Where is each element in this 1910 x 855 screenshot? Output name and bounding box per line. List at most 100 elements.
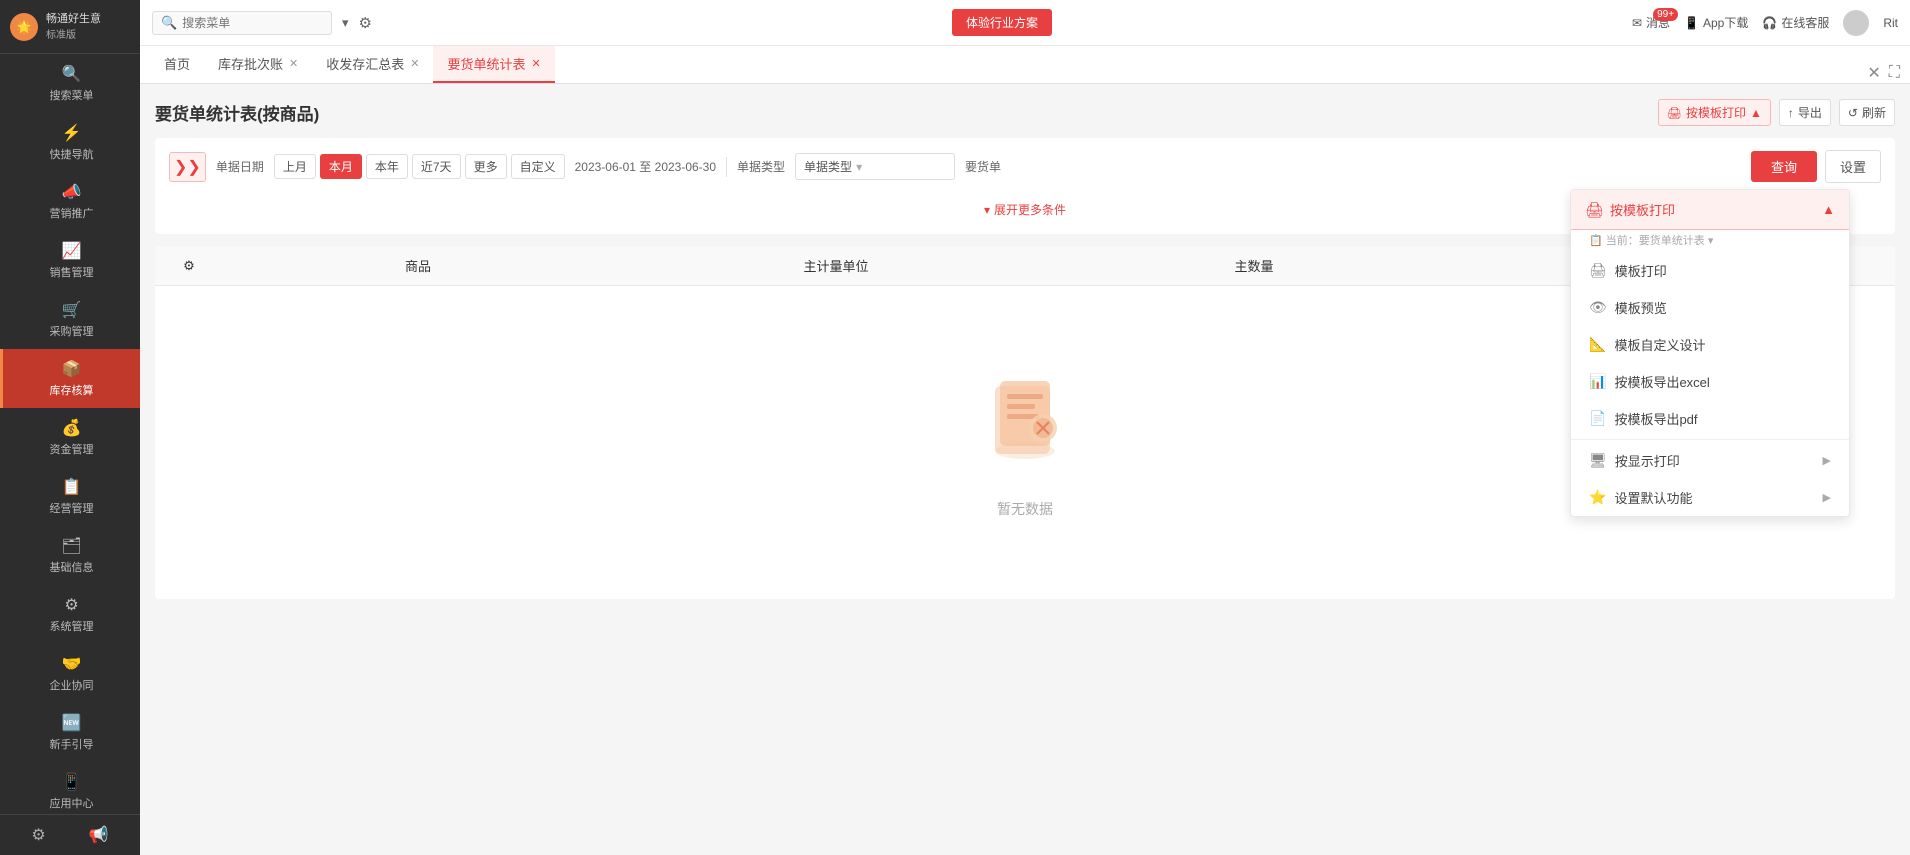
sidebar-item-inventory[interactable]: 📦 库存核算 xyxy=(0,349,140,408)
close-tab-icon[interactable]: ✕ xyxy=(1867,63,1880,83)
date-btn-this-year[interactable]: 本年 xyxy=(366,154,408,179)
expand-chevron-icon: ▾ xyxy=(984,203,990,217)
appstore-icon: 📱 xyxy=(62,772,82,792)
dropdown-item-display-print[interactable]: 🖥 按显示打印 ▶ xyxy=(1571,442,1849,479)
sidebar-item-marketing[interactable]: 📣 营销推广 xyxy=(0,172,140,231)
date-range-text: 2023-06-01 至 2023-06-30 xyxy=(575,158,716,175)
speaker-footer-icon[interactable]: 📢 xyxy=(89,825,109,845)
headset-icon: 🎧 xyxy=(1762,16,1777,30)
tabs-bar: 首页 库存批次账 ✕ 收发存汇总表 ✕ 要货单统计表 ✕ ✕ ⛶ xyxy=(140,46,1910,84)
sidebar-item-newbie[interactable]: 🆕 新手引导 xyxy=(0,703,140,762)
page-title: 要货单统计表(按商品) xyxy=(155,100,319,125)
app-download-label: App下载 xyxy=(1703,14,1748,31)
display-print-left: 🖥 按显示打印 xyxy=(1589,451,1680,470)
template-custom-label: 模板自定义设计 xyxy=(1614,335,1705,354)
dropdown-close-arrow[interactable]: ▲ xyxy=(1822,202,1835,217)
topbar-dropdown-arrow[interactable]: ▾ xyxy=(342,15,349,31)
sidebar-item-operation[interactable]: 📋 经营管理 xyxy=(0,467,140,526)
sidebar-label-appstore: 应用中心 xyxy=(50,795,94,811)
sidebar-label-basic: 基础信息 xyxy=(50,559,94,575)
sidebar-label-inventory: 库存核算 xyxy=(50,382,94,398)
settings-btn[interactable]: 设置 xyxy=(1825,150,1881,183)
tab-inventory-batch-close[interactable]: ✕ xyxy=(289,57,298,70)
maximize-tab-icon[interactable]: ⛶ xyxy=(1889,64,1900,82)
set-default-label: 设置默认功能 xyxy=(1614,488,1692,507)
settings-footer-icon[interactable]: ⚙ xyxy=(31,825,45,845)
date-btn-7days[interactable]: 近7天 xyxy=(412,154,461,179)
date-btn-this-month[interactable]: 本月 xyxy=(320,154,362,179)
export-btn[interactable]: ↑ 导出 xyxy=(1779,99,1831,126)
sidebar-item-finance[interactable]: 💰 资金管理 xyxy=(0,408,140,467)
topbar-gear-icon[interactable]: ⚙ xyxy=(359,14,372,32)
current-label-icon: 📋 xyxy=(1589,235,1603,247)
tab-order-stats-label: 要货单统计表 xyxy=(447,54,525,73)
export-pdf-label: 按模板导出pdf xyxy=(1614,409,1697,428)
sidebar-item-quick-nav[interactable]: ⚡ 快捷导航 xyxy=(0,113,140,172)
tab-home-label: 首页 xyxy=(164,54,190,73)
user-avatar[interactable] xyxy=(1843,10,1869,36)
tab-inventory-batch-label: 库存批次账 xyxy=(218,54,283,73)
dropdown-item-template-custom[interactable]: 📐 模板自定义设计 xyxy=(1571,326,1849,363)
app-download-group[interactable]: 📱 App下载 xyxy=(1684,14,1748,31)
print-template-btn[interactable]: 🖨 按模板打印 ▲ xyxy=(1658,99,1771,126)
sidebar-item-search[interactable]: 🔍 搜索菜单 xyxy=(0,54,140,113)
sidebar-item-sales[interactable]: 📈 销售管理 xyxy=(0,231,140,290)
refresh-btn[interactable]: ↺ 刷新 xyxy=(1839,99,1895,126)
dropdown-item-set-default[interactable]: ⭐ 设置默认功能 ▶ xyxy=(1571,479,1849,516)
messages-group[interactable]: ✉ 消息 99+ xyxy=(1632,14,1670,31)
trial-btn[interactable]: 体验行业方案 xyxy=(952,9,1052,36)
online-service-label: 在线客服 xyxy=(1781,14,1829,31)
tab-order-stats[interactable]: 要货单统计表 ✕ xyxy=(433,46,554,83)
tab-inventory-batch[interactable]: 库存批次账 ✕ xyxy=(204,46,312,83)
template-preview-label: 模板预览 xyxy=(1615,298,1667,317)
topbar-search-icon: 🔍 xyxy=(161,15,177,31)
display-print-label: 按显示打印 xyxy=(1615,451,1680,470)
tab-home[interactable]: 首页 xyxy=(150,46,204,83)
filter-expand-icon-btn[interactable]: ❯❯ xyxy=(169,152,206,182)
print-header-icon: 🖨 xyxy=(1585,201,1604,219)
template-preview-icon: 👁 xyxy=(1589,299,1607,316)
date-btn-prev-month[interactable]: 上月 xyxy=(274,154,316,179)
sidebar-logo: 🌟 畅通好生意 标准版 xyxy=(0,0,140,54)
online-service-group[interactable]: 🎧 在线客服 xyxy=(1762,14,1829,31)
order-type-placeholder: 单据类型 xyxy=(804,158,852,175)
dropdown-item-export-excel[interactable]: 📊 按模板导出excel xyxy=(1571,363,1849,400)
dropdown-item-template-print[interactable]: 🖨 模板打印 xyxy=(1571,252,1849,289)
sidebar-item-appstore[interactable]: 📱 应用中心 xyxy=(0,762,140,814)
app-name: 畅通好生意 xyxy=(46,12,101,26)
export-pdf-icon: 📄 xyxy=(1589,410,1606,427)
query-btn[interactable]: 查询 xyxy=(1751,151,1817,182)
finance-icon: 💰 xyxy=(62,418,82,438)
search-input[interactable] xyxy=(182,16,312,30)
date-btn-custom[interactable]: 自定义 xyxy=(511,154,565,179)
table-settings-col[interactable]: ⚙ xyxy=(169,258,209,274)
table-col-quantity: 主数量 xyxy=(1045,256,1463,275)
dropdown-item-export-pdf[interactable]: 📄 按模板导出pdf xyxy=(1571,400,1849,437)
tab-order-stats-close[interactable]: ✕ xyxy=(532,57,541,70)
sidebar-label-finance: 资金管理 xyxy=(50,441,94,457)
expand-more-btn[interactable]: ▾ 展开更多条件 xyxy=(972,197,1078,222)
tab-collect-summary[interactable]: 收发存汇总表 ✕ xyxy=(312,46,433,83)
newbie-icon: 🆕 xyxy=(62,713,82,733)
sidebar-label-sales: 销售管理 xyxy=(50,264,94,280)
page-header: 要货单统计表(按商品) 🖨 按模板打印 ▲ ↑ 导出 ↺ 刷新 xyxy=(155,99,1895,126)
purchase-icon: 🛒 xyxy=(62,300,82,320)
app-version: 标准版 xyxy=(46,26,101,41)
sidebar-item-system[interactable]: ⚙ 系统管理 xyxy=(0,585,140,644)
order-type-select[interactable]: 单据类型 ▾ xyxy=(795,153,955,180)
marketing-icon: 📣 xyxy=(62,182,82,202)
sidebar-label-quick-nav: 快捷导航 xyxy=(50,146,94,162)
dropdown-title-text: 按模板打印 xyxy=(1610,200,1675,219)
sidebar-item-enterprise[interactable]: 🤝 企业协同 xyxy=(0,644,140,703)
sidebar-item-purchase[interactable]: 🛒 采购管理 xyxy=(0,290,140,349)
order-type-label: 单据类型 xyxy=(737,158,785,175)
printer-icon: 🖨 xyxy=(1667,106,1682,120)
dropdown-item-template-preview[interactable]: 👁 模板预览 xyxy=(1571,289,1849,326)
current-arrow: ▾ xyxy=(1708,235,1714,247)
enterprise-icon: 🤝 xyxy=(62,654,82,674)
sidebar: 🌟 畅通好生意 标准版 🔍 搜索菜单 ⚡ 快捷导航 📣 营销推广 📈 销售管理 … xyxy=(0,0,140,855)
date-btn-more[interactable]: 更多 xyxy=(465,154,507,179)
tab-collect-summary-close[interactable]: ✕ xyxy=(410,57,419,70)
sidebar-item-basic[interactable]: 🗂 基础信息 xyxy=(0,526,140,585)
sidebar-footer: ⚙ 📢 xyxy=(0,814,140,855)
